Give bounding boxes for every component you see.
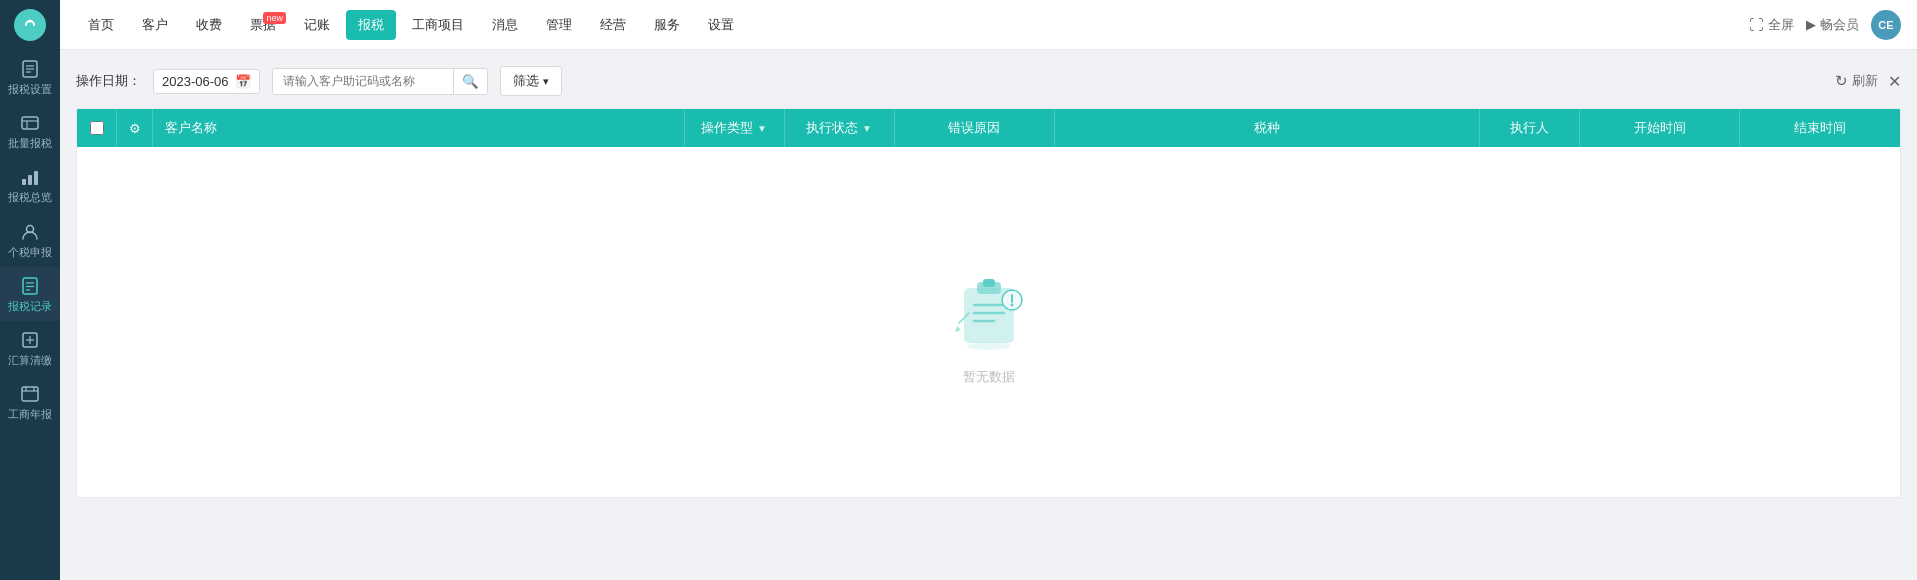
sidebar-item-tax-records[interactable]: 报税记录 [0, 267, 60, 321]
table: ⚙ 客户名称 操作类型 ▼ 执行状态 ▼ 错误原因 [76, 108, 1901, 498]
nav-item-settings[interactable]: 设置 [696, 10, 746, 40]
toolbar-right: ↻ 刷新 ✕ [1835, 72, 1901, 91]
calendar-icon: 📅 [235, 74, 251, 89]
refresh-button[interactable]: ↻ 刷新 [1835, 72, 1878, 90]
sidebar-item-tax-records-label: 报税记录 [8, 300, 52, 313]
sidebar-item-batch-tax[interactable]: 批量报税 [0, 104, 60, 158]
sidebar-item-annual-report[interactable]: 工商年报 [0, 375, 60, 429]
logo-icon [14, 9, 46, 41]
empty-text: 暂无数据 [963, 368, 1015, 386]
fullscreen-button[interactable]: ⛶ 全屏 [1749, 16, 1794, 34]
sidebar-logo [0, 0, 60, 50]
sidebar-item-personal-tax[interactable]: 个税申报 [0, 213, 60, 267]
sidebar-item-tax-overview[interactable]: 报税总览 [0, 158, 60, 212]
sidebar-item-calc-tax[interactable]: 汇算清缴 [0, 321, 60, 375]
svg-rect-5 [22, 117, 38, 129]
topnav: 首页 客户 收费 票据 new 记账 报税 工商项目 消息 [60, 0, 1917, 50]
th-checkbox[interactable] [77, 109, 117, 147]
calc-tax-icon [19, 329, 41, 351]
nav-item-invoice[interactable]: 票据 new [238, 10, 288, 40]
svg-rect-8 [22, 179, 26, 185]
th-executor: 执行人 [1480, 109, 1580, 147]
tax-records-icon [19, 275, 41, 297]
svg-rect-10 [34, 171, 38, 185]
nav-item-service[interactable]: 服务 [642, 10, 692, 40]
setting-icon: ⚙ [129, 121, 141, 136]
nav-item-message[interactable]: 消息 [480, 10, 530, 40]
nav-item-client[interactable]: 客户 [130, 10, 180, 40]
batch-tax-icon [19, 112, 41, 134]
th-status: 执行状态 ▼ [785, 109, 895, 147]
nav-item-tax[interactable]: 报税 [346, 10, 396, 40]
topnav-right: ⛶ 全屏 ▶ 畅会员 CE [1749, 10, 1901, 40]
search-icon: 🔍 [462, 74, 479, 89]
search-button[interactable]: 🔍 [453, 69, 487, 94]
page-content: 操作日期： 2023-06-06 📅 🔍 筛选 ▾ [60, 50, 1917, 580]
member-button[interactable]: ▶ 畅会员 [1806, 16, 1859, 34]
search-input[interactable] [273, 69, 453, 93]
select-all-checkbox[interactable] [90, 121, 104, 135]
filter-button[interactable]: 筛选 ▾ [500, 66, 562, 96]
svg-marker-33 [955, 326, 961, 332]
type-sort-icon: ▼ [757, 123, 767, 134]
th-tax: 税种 [1055, 109, 1480, 147]
toolbar: 操作日期： 2023-06-06 📅 🔍 筛选 ▾ [76, 66, 1901, 96]
nav-item-accounting[interactable]: 记账 [292, 10, 342, 40]
sidebar-item-tax-settings-label: 报税设置 [8, 83, 52, 96]
sidebar-item-tax-settings[interactable]: 报税设置 [0, 50, 60, 104]
personal-tax-icon [19, 221, 41, 243]
sidebar: 报税设置 批量报税 报税总览 个税申报 [0, 0, 60, 580]
date-value: 2023-06-06 [162, 74, 229, 89]
sidebar-item-tax-overview-label: 报税总览 [8, 191, 52, 204]
chevron-down-icon: ▾ [543, 75, 549, 88]
svg-rect-19 [22, 387, 38, 401]
th-name: 客户名称 [153, 109, 685, 147]
nav-item-operation[interactable]: 经营 [588, 10, 638, 40]
topnav-items: 首页 客户 收费 票据 new 记账 报税 工商项目 消息 [76, 10, 1749, 40]
th-setting[interactable]: ⚙ [117, 109, 153, 147]
fullscreen-icon: ⛶ [1749, 16, 1764, 33]
status-sort-icon: ▼ [862, 123, 872, 134]
nav-item-billing[interactable]: 收费 [184, 10, 234, 40]
svg-rect-25 [983, 279, 995, 287]
date-label: 操作日期： [76, 72, 141, 90]
th-start-time: 开始时间 [1580, 109, 1740, 147]
date-picker[interactable]: 2023-06-06 📅 [153, 69, 260, 94]
sidebar-item-personal-tax-label: 个税申报 [8, 246, 52, 259]
user-avatar[interactable]: CE [1871, 10, 1901, 40]
close-button[interactable]: ✕ [1888, 72, 1901, 91]
svg-rect-9 [28, 175, 32, 185]
svg-point-0 [29, 20, 32, 23]
table-header: ⚙ 客户名称 操作类型 ▼ 执行状态 ▼ 错误原因 [77, 109, 1900, 147]
tax-overview-icon [19, 166, 41, 188]
sidebar-item-calc-tax-label: 汇算清缴 [8, 354, 52, 367]
svg-point-34 [967, 342, 1011, 350]
invoice-badge: new [263, 12, 286, 25]
empty-state: 暂无数据 [939, 258, 1039, 386]
content-area: 操作日期： 2023-06-06 📅 🔍 筛选 ▾ [60, 50, 1917, 580]
svg-point-31 [1010, 304, 1013, 307]
refresh-icon: ↻ [1835, 72, 1848, 90]
empty-illustration [939, 258, 1039, 358]
close-icon: ✕ [1888, 73, 1901, 90]
member-icon: ▶ [1806, 17, 1816, 32]
sidebar-item-batch-tax-label: 批量报税 [8, 137, 52, 150]
nav-item-bizproject[interactable]: 工商项目 [400, 10, 476, 40]
nav-item-manage[interactable]: 管理 [534, 10, 584, 40]
filter-label: 筛选 [513, 72, 539, 90]
main-wrap: 首页 客户 收费 票据 new 记账 报税 工商项目 消息 [60, 0, 1917, 580]
nav-item-home[interactable]: 首页 [76, 10, 126, 40]
search-wrap: 🔍 [272, 68, 488, 95]
th-type: 操作类型 ▼ [685, 109, 785, 147]
sidebar-item-annual-report-label: 工商年报 [8, 408, 52, 421]
th-end-time: 结束时间 [1740, 109, 1900, 147]
annual-report-icon [19, 383, 41, 405]
tax-settings-icon [19, 58, 41, 80]
table-body: 暂无数据 [77, 147, 1900, 497]
th-error: 错误原因 [895, 109, 1055, 147]
